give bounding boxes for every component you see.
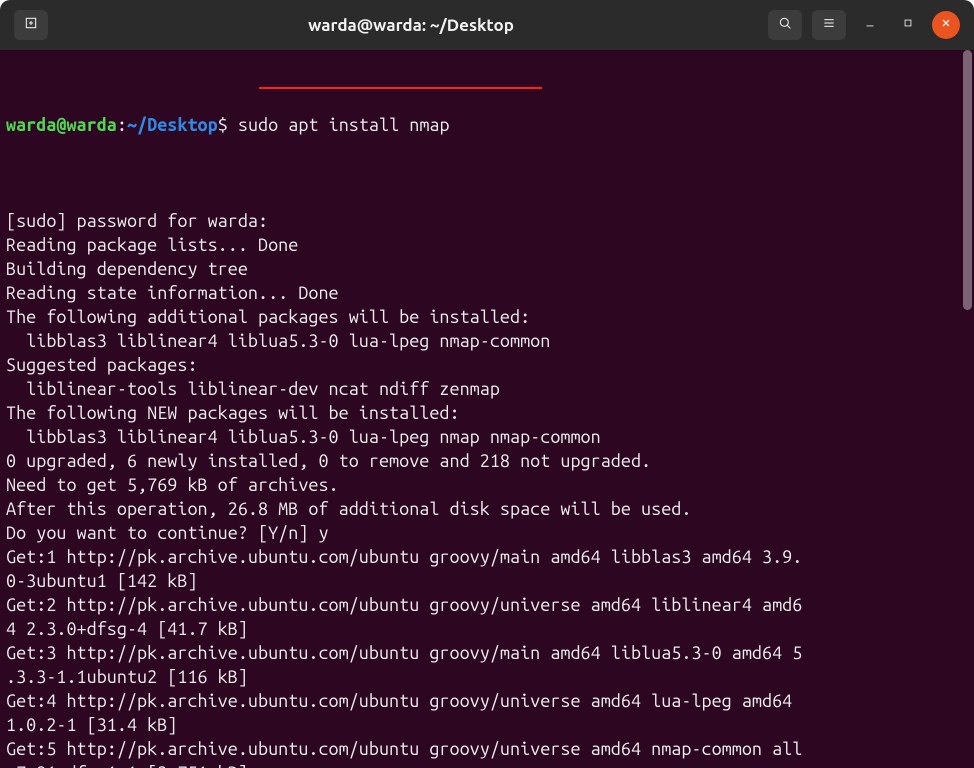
- search-icon: [777, 15, 793, 35]
- new-tab-icon: [23, 15, 39, 35]
- terminal-line: Get:1 http://pk.archive.ubuntu.com/ubunt…: [6, 545, 968, 569]
- search-button[interactable]: [768, 10, 802, 40]
- terminal-line: Get:5 http://pk.archive.ubuntu.com/ubunt…: [6, 737, 968, 761]
- terminal-line: The following NEW packages will be insta…: [6, 401, 968, 425]
- minimize-icon: [863, 16, 877, 34]
- terminal-line: [sudo] password for warda:: [6, 209, 968, 233]
- terminal-line: Reading package lists... Done: [6, 233, 968, 257]
- terminal-line: libblas3 liblinear4 liblua5.3-0 lua-lpeg…: [6, 425, 968, 449]
- prompt-user-host: warda@warda: [6, 115, 117, 135]
- terminal-line: Building dependency tree: [6, 257, 968, 281]
- scrollbar-thumb[interactable]: [963, 50, 972, 310]
- terminal-line: Need to get 5,769 kB of archives.: [6, 473, 968, 497]
- terminal-line: 0 upgraded, 6 newly installed, 0 to remo…: [6, 449, 968, 473]
- titlebar-left: [14, 10, 54, 40]
- terminal-line: libblas3 liblinear4 liblua5.3-0 lua-lpeg…: [6, 329, 968, 353]
- scrollbar-track[interactable]: [963, 50, 972, 768]
- minimize-button[interactable]: [856, 11, 884, 39]
- prompt-line: warda@warda:~/Desktop$ sudo apt install …: [6, 113, 968, 137]
- terminal-line: liblinear-tools liblinear-dev ncat ndiff…: [6, 377, 968, 401]
- terminal-line: Get:4 http://pk.archive.ubuntu.com/ubunt…: [6, 689, 968, 713]
- terminal-line: The following additional packages will b…: [6, 305, 968, 329]
- command-text: sudo apt install nmap: [238, 115, 450, 135]
- terminal-line: Get:2 http://pk.archive.ubuntu.com/ubunt…: [6, 593, 968, 617]
- close-icon: [939, 16, 953, 34]
- maximize-icon: [901, 16, 915, 34]
- terminal-line: 7.91+dfsg1-1 [3,751 kB]: [6, 761, 968, 768]
- maximize-button[interactable]: [894, 11, 922, 39]
- window-title: warda@warda: ~/Desktop: [66, 16, 756, 35]
- terminal-area[interactable]: warda@warda:~/Desktop$ sudo apt install …: [0, 50, 974, 768]
- terminal-line: Suggested packages:: [6, 353, 968, 377]
- titlebar-right: [768, 10, 960, 40]
- terminal-line: Reading state information... Done: [6, 281, 968, 305]
- hamburger-icon: [821, 15, 837, 35]
- prompt-path: ~/Desktop: [127, 115, 218, 135]
- terminal-line: After this operation, 26.8 MB of additio…: [6, 497, 968, 521]
- terminal-line: 0-3ubuntu1 [142 kB]: [6, 569, 968, 593]
- command-underline: [259, 87, 542, 89]
- prompt-colon: :: [117, 115, 127, 135]
- terminal-line: Get:3 http://pk.archive.ubuntu.com/ubunt…: [6, 641, 968, 665]
- terminal-output: [sudo] password for warda:Reading packag…: [6, 209, 968, 768]
- hamburger-menu-button[interactable]: [812, 10, 846, 40]
- close-button[interactable]: [932, 11, 960, 39]
- prompt-dollar: $: [218, 115, 238, 135]
- titlebar: warda@warda: ~/Desktop: [0, 0, 974, 50]
- terminal-line: Do you want to continue? [Y/n] y: [6, 521, 968, 545]
- terminal-line: 4 2.3.0+dfsg-4 [41.7 kB]: [6, 617, 968, 641]
- new-tab-button[interactable]: [14, 10, 48, 40]
- terminal-line: .3.3-1.1ubuntu2 [116 kB]: [6, 665, 968, 689]
- terminal-line: 1.0.2-1 [31.4 kB]: [6, 713, 968, 737]
